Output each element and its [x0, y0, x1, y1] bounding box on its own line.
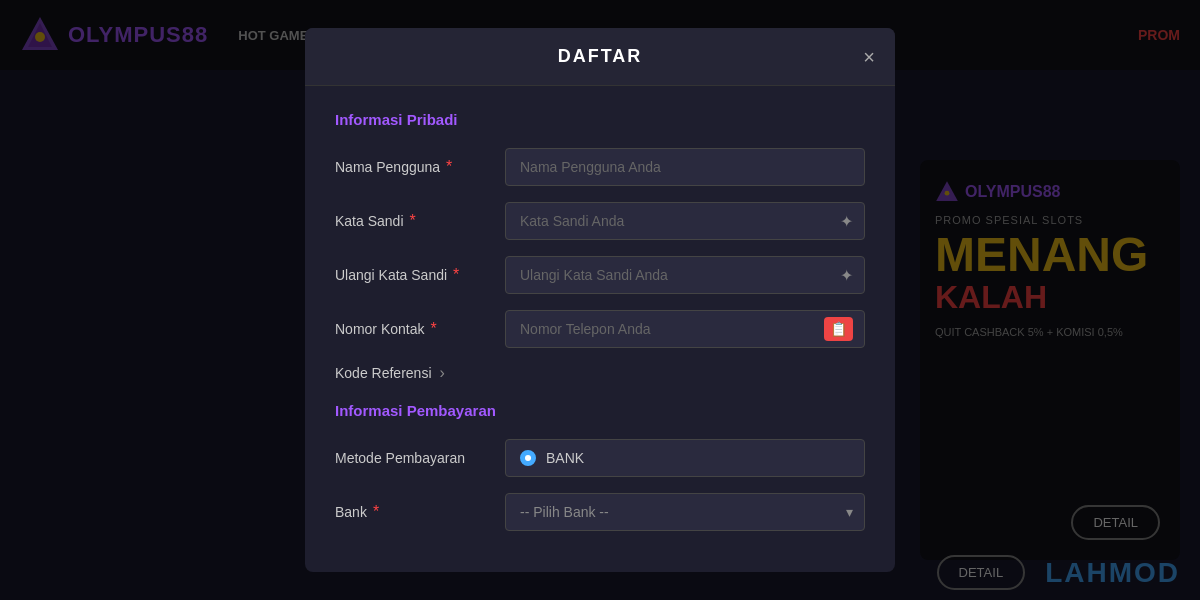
required-star: *	[446, 158, 452, 176]
referral-label[interactable]: Kode Referensi ›	[335, 364, 445, 382]
payment-option-bank-label: BANK	[546, 450, 584, 466]
modal-title: DAFTAR	[558, 46, 643, 67]
bank-row: Bank * -- Pilih Bank -- BCA BRI BNI Mand…	[335, 493, 865, 531]
password-input[interactable]	[505, 202, 865, 240]
bank-select[interactable]: -- Pilih Bank -- BCA BRI BNI Mandiri CIM…	[505, 493, 865, 531]
confirm-password-row: Ulangi Kata Sandi * ✦	[335, 256, 865, 294]
confirm-password-input-wrapper: ✦	[505, 256, 865, 294]
phone-input-wrapper: 📋	[505, 310, 865, 348]
required-star: *	[373, 503, 379, 521]
modal-close-button[interactable]: ×	[863, 47, 875, 67]
required-star: *	[453, 266, 459, 284]
registration-modal: DAFTAR × Informasi Pribadi Nama Pengguna…	[305, 28, 895, 572]
modal-header: DAFTAR ×	[305, 28, 895, 86]
username-input-wrapper	[505, 148, 865, 186]
modal-body: Informasi Pribadi Nama Pengguna * Kata S…	[305, 86, 895, 572]
confirm-password-label: Ulangi Kata Sandi *	[335, 266, 495, 284]
username-label: Nama Pengguna *	[335, 158, 495, 176]
radio-selected-indicator	[520, 450, 536, 466]
required-star: *	[410, 212, 416, 230]
phone-input[interactable]	[505, 310, 865, 348]
username-input[interactable]	[505, 148, 865, 186]
password-row: Kata Sandi * ✦	[335, 202, 865, 240]
bank-label: Bank *	[335, 503, 495, 521]
password-label: Kata Sandi *	[335, 212, 495, 230]
payment-method-bank-option[interactable]: BANK	[505, 439, 865, 477]
payment-method-row: Metode Pembayaran BANK	[335, 439, 865, 477]
bank-select-wrapper: -- Pilih Bank -- BCA BRI BNI Mandiri CIM…	[505, 493, 865, 531]
confirm-password-toggle-icon[interactable]: ✦	[840, 266, 853, 285]
confirm-password-input[interactable]	[505, 256, 865, 294]
password-input-wrapper: ✦	[505, 202, 865, 240]
phone-label: Nomor Kontak *	[335, 320, 495, 338]
phone-icon: 📋	[824, 317, 853, 341]
required-star: *	[430, 320, 436, 338]
chevron-right-icon: ›	[440, 364, 445, 382]
referral-row: Kode Referensi ›	[335, 364, 865, 382]
personal-info-section-title: Informasi Pribadi	[335, 111, 865, 128]
phone-row: Nomor Kontak * 📋	[335, 310, 865, 348]
payment-method-label: Metode Pembayaran	[335, 450, 495, 466]
payment-info-section-title: Informasi Pembayaran	[335, 402, 865, 419]
username-row: Nama Pengguna *	[335, 148, 865, 186]
password-toggle-icon[interactable]: ✦	[840, 212, 853, 231]
